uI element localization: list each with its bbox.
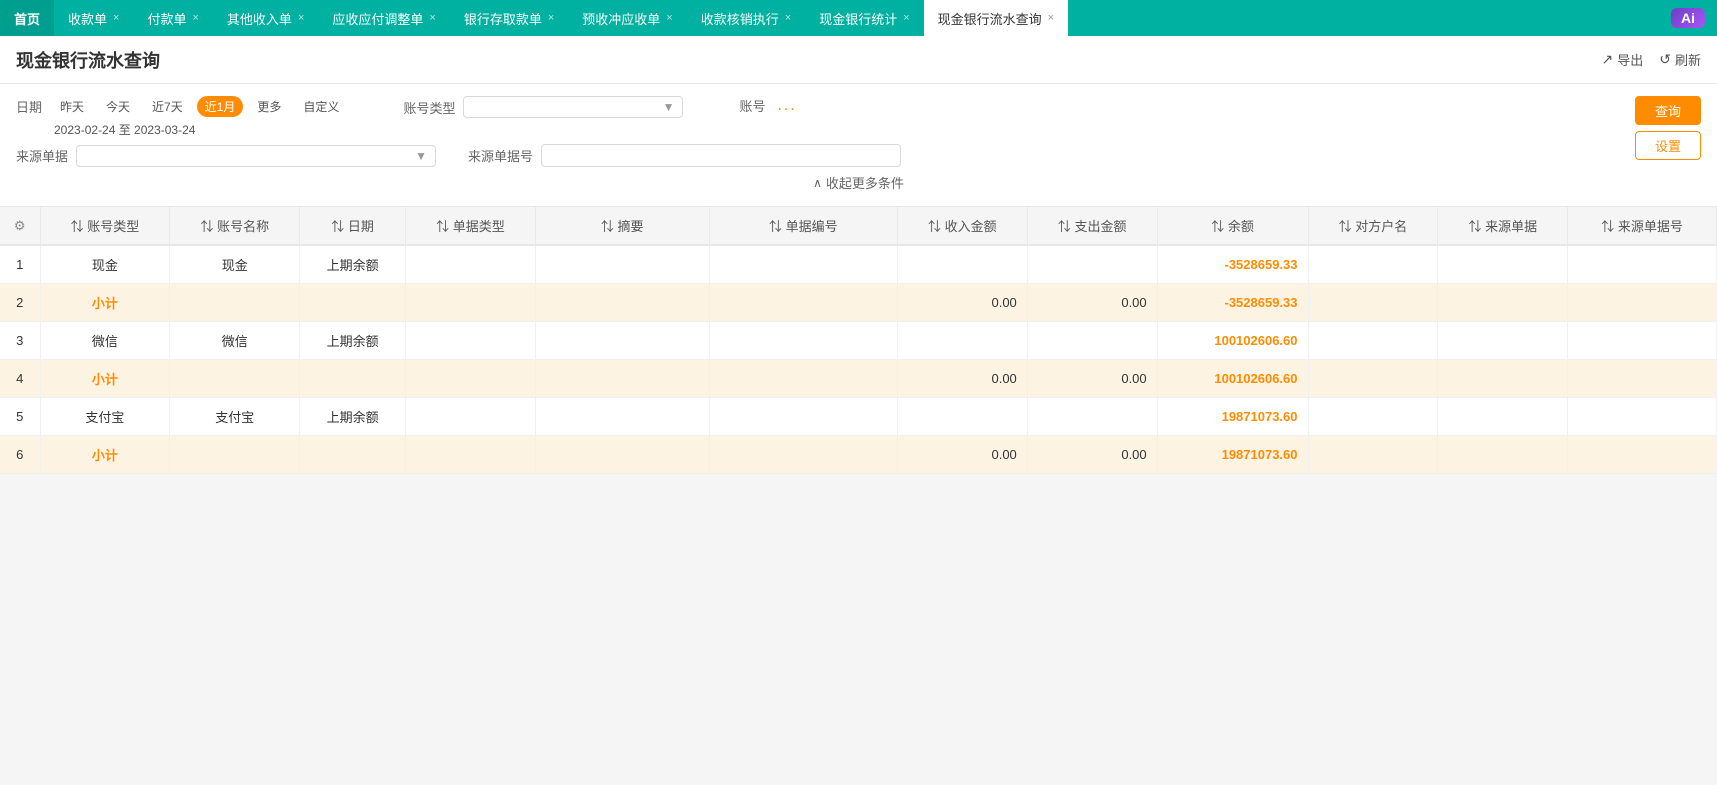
col-source-doc: ⇅ 来源单据 <box>1438 207 1568 245</box>
query-button[interactable]: 查询 <box>1635 96 1701 125</box>
col-summary: ⇅ 摘要 <box>535 207 709 245</box>
collapse-bar[interactable]: ∧ 收起更多条件 <box>16 167 1701 194</box>
close-icon-6[interactable]: × <box>785 12 791 24</box>
table-wrapper: ⚙ ⇅ 账号类型 ⇅ 账号名称 ⇅ 日期 ⇅ 单据类型 <box>0 207 1717 474</box>
col-source-doc-no: ⇅ 来源单据号 <box>1568 207 1717 245</box>
nav-tab-4[interactable]: 银行存取款单 × <box>450 0 568 36</box>
header-actions: ↗ 导出 ↺ 刷新 <box>1602 50 1702 69</box>
chevron-down-icon: ▼ <box>663 100 675 114</box>
table-row: 3微信微信上期余额100102606.60 <box>0 322 1717 360</box>
nav-tab-7[interactable]: 现金银行统计 × <box>805 0 923 36</box>
chevron-down-icon-2: ▼ <box>415 149 427 163</box>
account-type-select[interactable]: ▼ <box>463 96 683 118</box>
refresh-button[interactable]: ↺ 刷新 <box>1659 50 1701 69</box>
source-doc-label: 来源单据 <box>16 146 68 165</box>
table-row: 5支付宝支付宝上期余额19871073.60 <box>0 398 1717 436</box>
close-icon-7[interactable]: × <box>903 12 909 24</box>
close-icon-0[interactable]: × <box>113 12 119 24</box>
close-icon-3[interactable]: × <box>429 12 435 24</box>
data-table: ⚙ ⇅ 账号类型 ⇅ 账号名称 ⇅ 日期 ⇅ 单据类型 <box>0 207 1717 474</box>
account-label: 账号 <box>739 96 769 115</box>
nav-tab-8[interactable]: 现金银行流水查询 × <box>924 0 1068 36</box>
col-account-type: ⇅ 账号类型 <box>40 207 170 245</box>
date-btn-7days[interactable]: 近7天 <box>144 96 191 117</box>
col-doc-type: ⇅ 单据类型 <box>405 207 535 245</box>
col-expense: ⇅ 支出金额 <box>1027 207 1157 245</box>
col-doc-no: ⇅ 单据编号 <box>709 207 897 245</box>
ai-badge[interactable]: Ai <box>1671 8 1705 28</box>
date-label: 日期 <box>16 97 46 116</box>
right-buttons: 查询 设置 <box>1635 96 1701 160</box>
export-button[interactable]: ↗ 导出 <box>1602 50 1644 69</box>
export-icon: ↗ <box>1602 51 1614 68</box>
close-icon-1[interactable]: × <box>192 12 198 24</box>
date-range: 2023-02-24 至 2023-03-24 <box>54 123 195 137</box>
table-row: 4小计0.000.00100102606.60 <box>0 360 1717 398</box>
table-row: 1现金现金上期余额-3528659.33 <box>0 245 1717 284</box>
col-income: ⇅ 收入金额 <box>897 207 1027 245</box>
account-type-label: 账号类型 <box>403 98 455 117</box>
date-options: 昨天 今天 近7天 近1月 更多 自定义 <box>52 96 347 117</box>
close-icon-4[interactable]: × <box>548 12 554 24</box>
account-dots-btn[interactable]: ... <box>777 97 796 115</box>
filter-section: 日期 昨天 今天 近7天 近1月 更多 自定义 2023-02-24 至 202… <box>0 84 1717 207</box>
nav-tab-2[interactable]: 其他收入单 × <box>213 0 318 36</box>
source-doc-no-label: 来源单据号 <box>468 146 533 165</box>
col-balance: ⇅ 余额 <box>1157 207 1308 245</box>
source-doc-no-input[interactable] <box>541 144 901 167</box>
close-icon-5[interactable]: × <box>666 12 672 24</box>
table-row: 2小计0.000.00-3528659.33 <box>0 284 1717 322</box>
top-nav: 首页 收款单 × 付款单 × 其他收入单 × 应收应付调整单 × 银行存取款单 … <box>0 0 1717 36</box>
nav-tab-0[interactable]: 收款单 × <box>54 0 133 36</box>
date-btn-today[interactable]: 今天 <box>98 96 138 117</box>
close-icon-8[interactable]: × <box>1048 12 1054 24</box>
date-btn-1month[interactable]: 近1月 <box>197 96 244 117</box>
settings-button[interactable]: 设置 <box>1635 131 1701 160</box>
col-counterpart: ⇅ 对方户名 <box>1308 207 1438 245</box>
col-gear: ⚙ <box>0 207 40 245</box>
date-btn-custom[interactable]: 自定义 <box>295 96 347 117</box>
gear-icon[interactable]: ⚙ <box>14 218 26 233</box>
col-account-name: ⇅ 账号名称 <box>170 207 300 245</box>
page-title: 现金银行流水查询 <box>16 47 160 73</box>
nav-tab-5[interactable]: 预收冲应收单 × <box>568 0 686 36</box>
date-btn-yesterday[interactable]: 昨天 <box>52 96 92 117</box>
close-icon-2[interactable]: × <box>298 12 304 24</box>
refresh-icon: ↺ <box>1659 51 1671 68</box>
chevron-up-icon: ∧ <box>813 176 822 190</box>
source-doc-select[interactable]: ▼ <box>76 145 436 167</box>
nav-home[interactable]: 首页 <box>0 0 54 36</box>
header-bar: 现金银行流水查询 ↗ 导出 ↺ 刷新 <box>0 36 1717 84</box>
table-row: 6小计0.000.0019871073.60 <box>0 436 1717 474</box>
date-btn-more[interactable]: 更多 <box>249 96 289 117</box>
nav-tab-1[interactable]: 付款单 × <box>133 0 212 36</box>
table-header-row: ⚙ ⇅ 账号类型 ⇅ 账号名称 ⇅ 日期 ⇅ 单据类型 <box>0 207 1717 245</box>
nav-tab-6[interactable]: 收款核销执行 × <box>687 0 805 36</box>
nav-tab-3[interactable]: 应收应付调整单 × <box>318 0 449 36</box>
col-date: ⇅ 日期 <box>300 207 406 245</box>
